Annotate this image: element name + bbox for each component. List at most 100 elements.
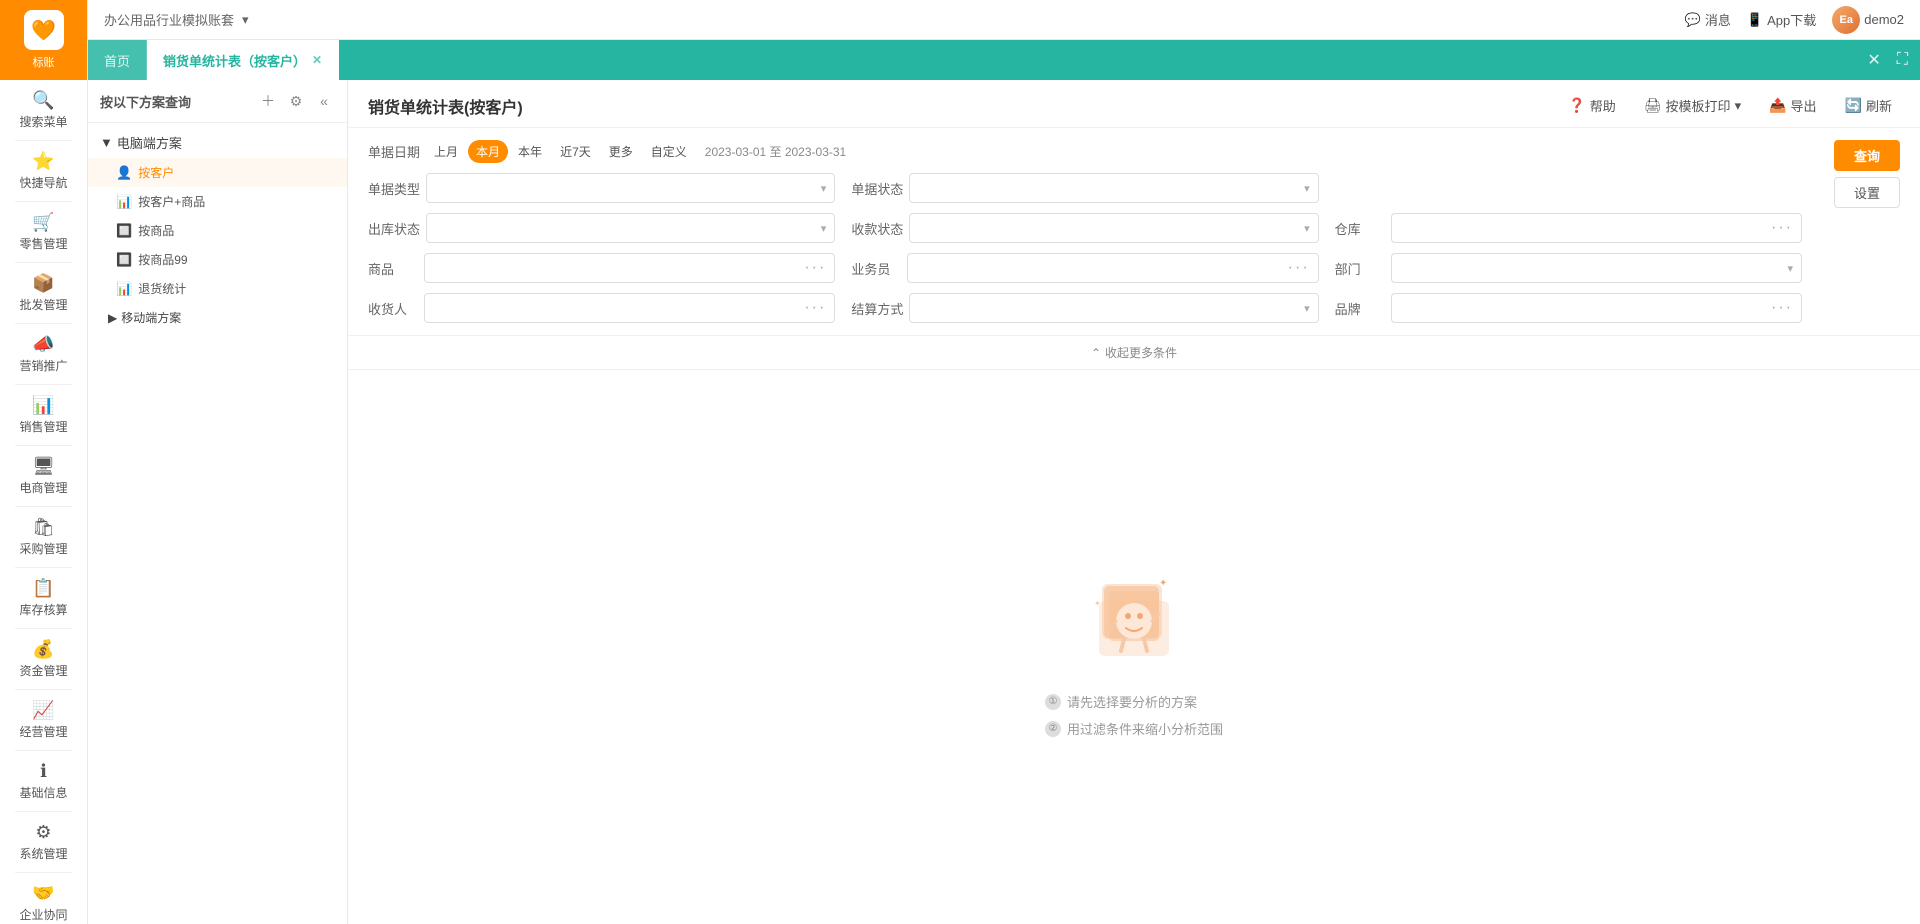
order-status-arrow: ▾: [1304, 182, 1310, 195]
date-last-month[interactable]: 上月: [426, 140, 466, 163]
export-label: 导出: [1791, 96, 1817, 115]
payment-status-arrow: ▾: [1304, 222, 1310, 235]
sidebar-item-inventory[interactable]: 📋 库存核算: [15, 568, 71, 629]
date-this-month[interactable]: 本月: [468, 140, 508, 163]
order-status-input[interactable]: ▾: [909, 173, 1318, 203]
sidebar: 🧡 标账 🔍 搜索菜单 ⭐ 快捷导航 🛒 零售管理 📦 批发管理 📣 营销推广 …: [0, 0, 88, 924]
filter-department: 部门 ▾: [1335, 253, 1802, 283]
payment-status-input[interactable]: ▾: [909, 213, 1318, 243]
add-scheme-btn[interactable]: ＋: [257, 90, 279, 112]
staff-dots: ···: [1288, 259, 1310, 277]
department-input[interactable]: ▾: [1391, 253, 1802, 283]
sidebar-item-sales[interactable]: 📊 销售管理: [15, 385, 71, 446]
product-input[interactable]: ···: [424, 253, 835, 283]
page-title: 销货单统计表(按客户): [368, 94, 523, 118]
help-icon: ❓: [1568, 97, 1585, 114]
sidebar-item-quick-nav[interactable]: ⭐ 快捷导航: [15, 141, 71, 202]
filter-staff: 业务员 ···: [851, 253, 1318, 283]
sidebar-logo: 🧡 标账: [0, 0, 87, 80]
stock-status-input[interactable]: ▾: [426, 213, 835, 243]
tab-sales-stat[interactable]: 销货单统计表（按客户） ✕: [147, 40, 339, 80]
sidebar-item-operations[interactable]: 📈 经营管理: [15, 690, 71, 751]
product-dots: ···: [804, 259, 826, 277]
print-btn[interactable]: 🖨 按模板打印 ▾: [1636, 92, 1749, 119]
sidebar-item-search-menu[interactable]: 🔍 搜索菜单: [15, 80, 71, 141]
sidebar-item-purchase[interactable]: 🛍 采购管理: [15, 507, 71, 568]
sidebar-item-basic-info[interactable]: ℹ 基础信息: [15, 751, 71, 812]
tree-item-by-customer-product[interactable]: 📊 按客户+商品: [88, 187, 347, 216]
settings-scheme-btn[interactable]: ⚙: [285, 90, 307, 112]
sidebar-item-wholesale[interactable]: 📦 批发管理: [15, 263, 71, 324]
query-button[interactable]: 查询: [1834, 140, 1900, 171]
tip-1: ① 请先选择要分析的方案: [1045, 692, 1223, 711]
payment-method-arrow: ▾: [1304, 302, 1310, 315]
right-panel: 销货单统计表(按客户) ❓ 帮助 🖨 按模板打印 ▾ 📤 导出: [348, 80, 1920, 924]
retail-icon: 🛒: [32, 212, 54, 233]
wholesale-label: 批发管理: [19, 296, 67, 313]
filter-payment-status: 收款状态 ▾: [851, 213, 1318, 243]
collapse-label: 收起更多条件: [1105, 344, 1177, 361]
help-btn[interactable]: ❓ 帮助: [1560, 92, 1623, 119]
date-custom[interactable]: 自定义: [643, 140, 695, 163]
filter-payment-method: 结算方式 ▾: [851, 293, 1318, 323]
collapse-panel-btn[interactable]: «: [313, 90, 335, 112]
tree-group-mobile[interactable]: ▶ 移动端方案: [88, 303, 347, 332]
breadcrumb-title: 办公用品行业模拟账套: [104, 10, 234, 29]
return-stats-icon: 📊: [116, 281, 132, 297]
warehouse-dots: ···: [1771, 219, 1793, 237]
tree-item-by-product[interactable]: 🔲 按商品: [88, 216, 347, 245]
payment-method-input[interactable]: ▾: [909, 293, 1318, 323]
sidebar-item-system[interactable]: ⚙ 系统管理: [15, 812, 71, 873]
settings-button[interactable]: 设置: [1834, 177, 1900, 208]
tree-item-by-product-99[interactable]: 🔲 按商品99: [88, 245, 347, 274]
svg-text:✦: ✦: [1159, 578, 1167, 589]
date-range: 2023-03-01 至 2023-03-31: [705, 143, 846, 160]
tree-item-by-customer[interactable]: 👤 按客户: [88, 158, 347, 187]
filter-row-1: 单据类型 ▾ 单据状态 ▾: [368, 173, 1802, 203]
print-arrow: ▾: [1735, 98, 1742, 114]
tab-home[interactable]: 首页: [88, 40, 147, 80]
sidebar-item-retail[interactable]: 🛒 零售管理: [15, 202, 71, 263]
sidebar-item-finance[interactable]: 💰 资金管理: [15, 629, 71, 690]
content-area: 按以下方案查询 ＋ ⚙ « ▼ 电脑端方案 👤 按客户 📊 按客户+商品: [88, 80, 1920, 924]
ecommerce-icon: 🖥: [32, 456, 55, 477]
recipient-input[interactable]: ···: [424, 293, 835, 323]
app-download-btn[interactable]: 📱 App下载: [1747, 10, 1816, 29]
date-shortcuts: 上月 本月 本年 近7天 更多 自定义: [426, 140, 695, 163]
date-last-7[interactable]: 近7天: [552, 140, 599, 163]
tree-group-arrow: ▼: [100, 135, 113, 150]
brand-input[interactable]: ···: [1391, 293, 1802, 323]
left-panel-title: 按以下方案查询: [100, 92, 251, 111]
warehouse-input[interactable]: ···: [1391, 213, 1802, 243]
date-more[interactable]: 更多: [601, 140, 641, 163]
staff-input[interactable]: ···: [907, 253, 1318, 283]
sidebar-item-ecommerce[interactable]: 🖥 电商管理: [15, 446, 71, 507]
sidebar-item-enterprise[interactable]: 🤝 企业协同: [15, 873, 71, 924]
export-btn[interactable]: 📤 导出: [1761, 92, 1824, 119]
tab-fullscreen-btn[interactable]: ⛶: [1893, 47, 1912, 73]
action-buttons: 查询 设置: [1834, 140, 1900, 208]
by-product-99-icon: 🔲: [116, 252, 132, 268]
tab-close-icon[interactable]: ✕: [312, 53, 322, 67]
tree-group-label: 电脑端方案: [117, 133, 182, 152]
tree-item-return-stats[interactable]: 📊 退货统计: [88, 274, 347, 303]
marketing-label: 营销推广: [19, 357, 67, 374]
page-header: 销货单统计表(按客户) ❓ 帮助 🖨 按模板打印 ▾ 📤 导出: [348, 80, 1920, 128]
order-type-input[interactable]: ▾: [426, 173, 835, 203]
basic-info-label: 基础信息: [19, 784, 67, 801]
refresh-btn[interactable]: 🔄 刷新: [1837, 92, 1900, 119]
sidebar-item-marketing[interactable]: 📣 营销推广: [15, 324, 71, 385]
wholesale-icon: 📦: [32, 273, 54, 294]
user-profile[interactable]: Ea demo2: [1832, 6, 1904, 34]
message-btn[interactable]: 💬 消息: [1685, 10, 1731, 29]
empty-tips: ① 请先选择要分析的方案 ② 用过滤条件来缩小分析范围: [1045, 692, 1223, 738]
refresh-icon: 🔄: [1845, 97, 1862, 114]
date-this-year[interactable]: 本年: [510, 140, 550, 163]
empty-state: ✦ ✦ ① 请先选择要分析的方案 ② 用过滤条件来缩小分析范围: [348, 370, 1920, 924]
warehouse-label: 仓库: [1335, 219, 1385, 238]
tab-sales-stat-label: 销货单统计表（按客户）: [163, 51, 306, 70]
tree-group-desktop[interactable]: ▼ 电脑端方案: [88, 127, 347, 158]
collapse-bar[interactable]: ⌃ 收起更多条件: [348, 336, 1920, 370]
tab-close-window-btn[interactable]: ✕: [1863, 46, 1884, 74]
tip-1-num: ①: [1045, 694, 1061, 710]
